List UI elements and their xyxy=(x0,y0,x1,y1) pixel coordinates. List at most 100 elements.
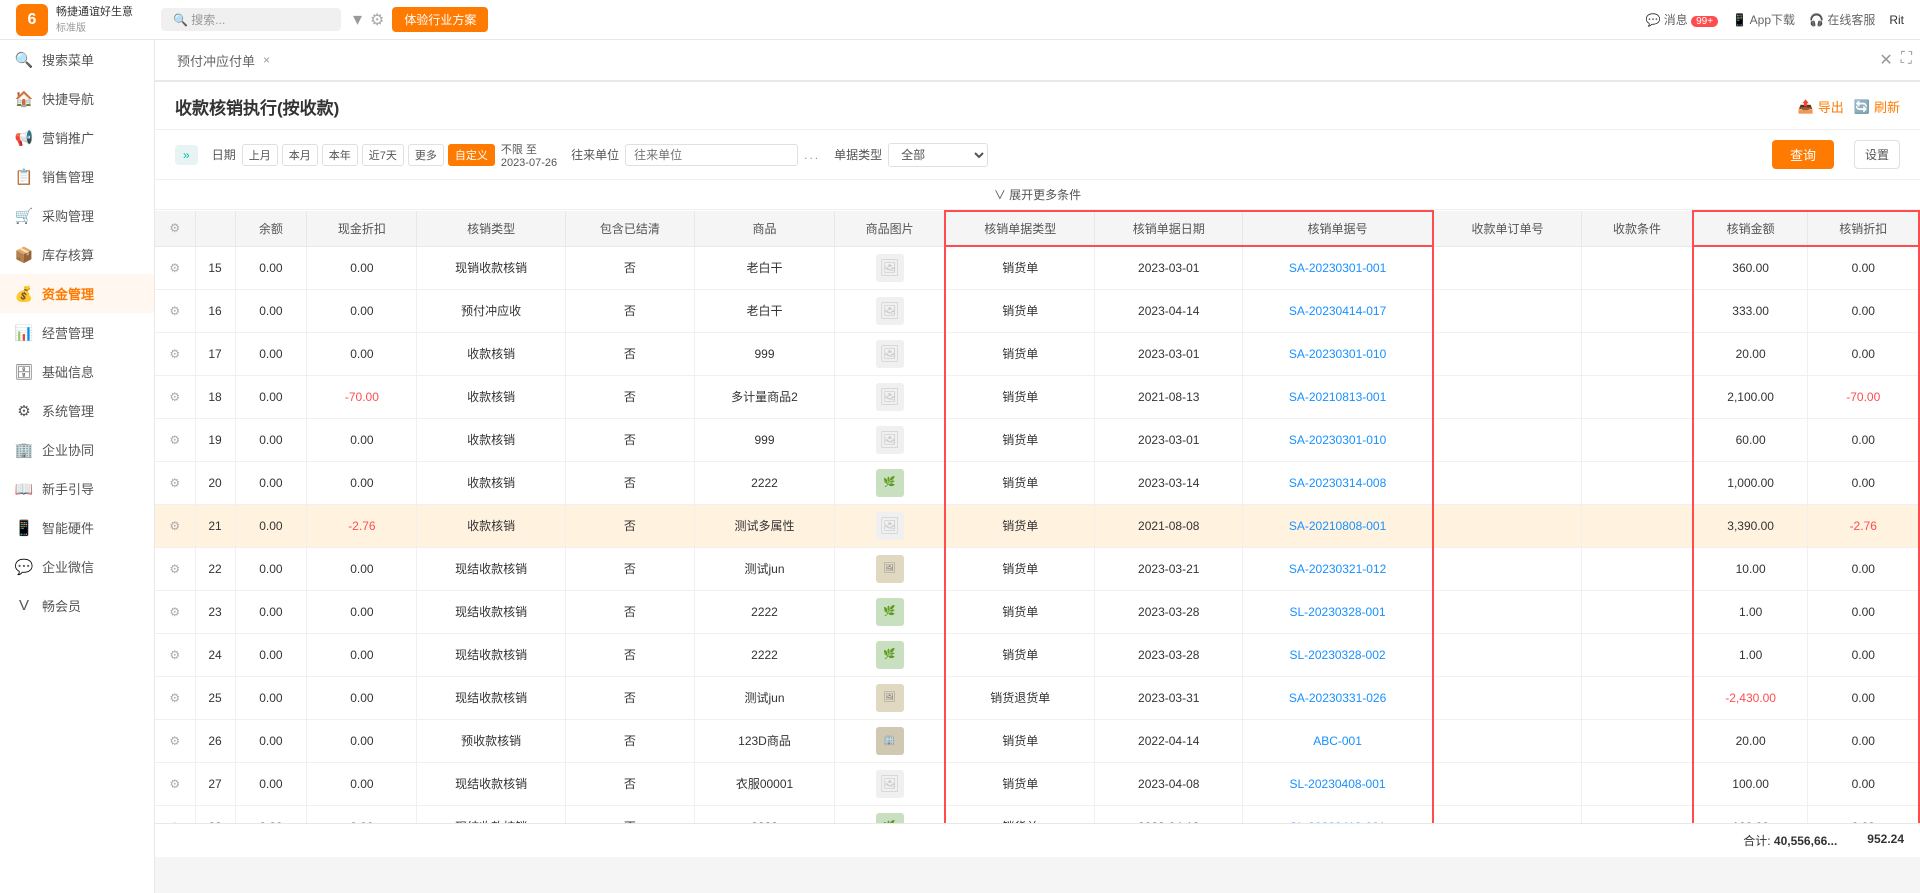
row-writeoff-doc-date: 2023-03-01 xyxy=(1095,246,1243,289)
date-btn-more[interactable]: 更多 xyxy=(408,144,444,166)
row-settings[interactable]: ⚙ xyxy=(155,762,195,805)
export-btn[interactable]: 📤 导出 xyxy=(1798,97,1844,116)
sidebar-label-sales: 销售管理 xyxy=(42,167,94,186)
sidebar-item-search[interactable]: 🔍搜索菜单 xyxy=(0,40,154,79)
tab-close-prepay[interactable]: × xyxy=(263,53,270,67)
sidebar-item-shortcuts[interactable]: 🏠快捷导航 xyxy=(0,79,154,118)
sidebar-item-operations[interactable]: 📊经营管理 xyxy=(0,313,154,352)
row-settings[interactable]: ⚙ xyxy=(155,676,195,719)
sidebar-icon-purchase: 🛒 xyxy=(14,207,34,225)
sidebar-item-basic[interactable]: 🗄基础信息 xyxy=(0,352,154,391)
top-search-bar[interactable]: 🔍 搜索... xyxy=(161,8,341,31)
maximize-icon[interactable]: ⛶ xyxy=(1901,50,1912,70)
refresh-btn[interactable]: 🔄 刷新 xyxy=(1854,97,1900,116)
col-settings[interactable]: ⚙ xyxy=(155,211,195,246)
row-cash-discount: 0.00 xyxy=(307,762,417,805)
sidebar-item-sales[interactable]: 📋销售管理 xyxy=(0,157,154,196)
row-writeoff-doc-no[interactable]: SL-20230328-002 xyxy=(1243,633,1433,676)
row-writeoff-doc-no[interactable]: SA-20230331-026 xyxy=(1243,676,1433,719)
sidebar-item-inventory[interactable]: 📦库存核算 xyxy=(0,235,154,274)
row-receipt-condition xyxy=(1582,504,1693,547)
row-settings[interactable]: ⚙ xyxy=(155,719,195,762)
online-service[interactable]: 🎧 在线客服 xyxy=(1809,11,1875,28)
sidebar-icon-wechat: 💬 xyxy=(14,558,34,576)
date-btn-7days[interactable]: 近7天 xyxy=(362,144,404,166)
row-receipt-order-no xyxy=(1433,418,1582,461)
row-receipt-condition xyxy=(1582,375,1693,418)
row-balance: 0.00 xyxy=(235,504,307,547)
row-writeoff-doc-no[interactable]: SA-20230314-008 xyxy=(1243,461,1433,504)
settings-icon[interactable]: ⚙ xyxy=(169,221,180,235)
row-settings[interactable]: ⚙ xyxy=(155,418,195,461)
row-writeoff-doc-no[interactable]: ABC-001 xyxy=(1243,719,1433,762)
row-receipt-condition xyxy=(1582,547,1693,590)
row-writeoff-doc-no[interactable]: SL-20230418-001 xyxy=(1243,805,1433,823)
row-settings[interactable]: ⚙ xyxy=(155,504,195,547)
product-image: 🖼 xyxy=(876,297,904,325)
row-settings[interactable]: ⚙ xyxy=(155,461,195,504)
row-balance: 0.00 xyxy=(235,762,307,805)
row-writeoff-doc-no[interactable]: SA-20230321-012 xyxy=(1243,547,1433,590)
row-settings[interactable]: ⚙ xyxy=(155,590,195,633)
row-writeoff-doc-no[interactable]: SA-20230301-010 xyxy=(1243,332,1433,375)
sidebar-item-finance[interactable]: 💰资金管理 xyxy=(0,274,154,313)
settings-btn[interactable]: 设置 xyxy=(1854,140,1900,169)
row-settings[interactable]: ⚙ xyxy=(155,375,195,418)
app-download[interactable]: 📱 App下载 xyxy=(1732,11,1795,28)
table-scroll[interactable]: ⚙余额现金折扣核销类型包含已结清商品商品图片核销单据类型核销单据日期核销单据号收… xyxy=(155,210,1920,823)
row-receipt-condition xyxy=(1582,805,1693,823)
sidebar-item-purchase[interactable]: 🛒采购管理 xyxy=(0,196,154,235)
row-product: 123D商品 xyxy=(695,719,835,762)
row-product: 2222 xyxy=(695,633,835,676)
row-writeoff-amount: -2,430.00 xyxy=(1693,676,1808,719)
close-window-icon[interactable]: ✕ xyxy=(1879,50,1892,70)
row-writeoff-doc-type: 销货单 xyxy=(945,461,1094,504)
row-balance: 0.00 xyxy=(235,246,307,289)
sidebar-icon-enterprise: 🏢 xyxy=(14,441,34,459)
row-cash-discount: 0.00 xyxy=(307,246,417,289)
row-writeoff-doc-no[interactable]: SA-20210808-001 xyxy=(1243,504,1433,547)
message-icon[interactable]: 💬 消息 99+ xyxy=(1645,11,1718,28)
trial-btn[interactable]: 体验行业方案 xyxy=(392,7,488,32)
sidebar-item-hardware[interactable]: 📱智能硬件 xyxy=(0,508,154,547)
tab-prepay[interactable]: 预付冲应付单× xyxy=(163,40,284,82)
expand-more-btn[interactable]: ∨ 展开更多条件 xyxy=(994,188,1081,202)
search-btn[interactable]: 查询 xyxy=(1772,140,1834,169)
brand-info: 畅捷通谊好生意 标准版 xyxy=(56,5,133,34)
sidebar-item-vip[interactable]: V畅会员 xyxy=(0,586,154,625)
row-included-settled: 否 xyxy=(565,332,694,375)
row-writeoff-doc-no[interactable]: SA-20230301-001 xyxy=(1243,246,1433,289)
row-product-img: 🏢 xyxy=(834,719,945,762)
partner-input[interactable] xyxy=(625,144,798,166)
row-writeoff-type: 现销收款核销 xyxy=(417,246,565,289)
filter-expand-btn[interactable]: » xyxy=(175,145,198,165)
doc-type-select[interactable]: 全部 xyxy=(888,143,988,167)
date-btn-last-month[interactable]: 上月 xyxy=(242,144,278,166)
row-writeoff-doc-type: 销货单 xyxy=(945,547,1094,590)
sidebar-item-marketing[interactable]: 📢营销推广 xyxy=(0,118,154,157)
row-settings[interactable]: ⚙ xyxy=(155,633,195,676)
row-receipt-condition xyxy=(1582,633,1693,676)
row-writeoff-doc-no[interactable]: SL-20230408-001 xyxy=(1243,762,1433,805)
th-writeoff_doc_date: 核销单据日期 xyxy=(1095,211,1243,246)
row-settings[interactable]: ⚙ xyxy=(155,246,195,289)
date-btn-this-month[interactable]: 本月 xyxy=(282,144,318,166)
row-settings[interactable]: ⚙ xyxy=(155,332,195,375)
sidebar-item-enterprise[interactable]: 🏢企业协同 xyxy=(0,430,154,469)
sidebar-item-wechat[interactable]: 💬企业微信 xyxy=(0,547,154,586)
row-writeoff-doc-no[interactable]: SL-20230328-001 xyxy=(1243,590,1433,633)
row-writeoff-doc-no[interactable]: SA-20230301-010 xyxy=(1243,418,1433,461)
sidebar-item-system[interactable]: ⚙系统管理 xyxy=(0,391,154,430)
row-writeoff-doc-no[interactable]: SA-20210813-001 xyxy=(1243,375,1433,418)
row-balance: 0.00 xyxy=(235,805,307,823)
sidebar-item-guide[interactable]: 📖新手引导 xyxy=(0,469,154,508)
th-product: 商品 xyxy=(695,211,835,246)
row-seq: 18 xyxy=(195,375,235,418)
row-settings[interactable]: ⚙ xyxy=(155,805,195,823)
row-settings[interactable]: ⚙ xyxy=(155,289,195,332)
date-btn-custom[interactable]: 自定义 xyxy=(448,144,495,166)
row-settings[interactable]: ⚙ xyxy=(155,547,195,590)
row-writeoff-type: 现结收款核销 xyxy=(417,590,565,633)
row-writeoff-doc-no[interactable]: SA-20230414-017 xyxy=(1243,289,1433,332)
date-btn-this-year[interactable]: 本年 xyxy=(322,144,358,166)
